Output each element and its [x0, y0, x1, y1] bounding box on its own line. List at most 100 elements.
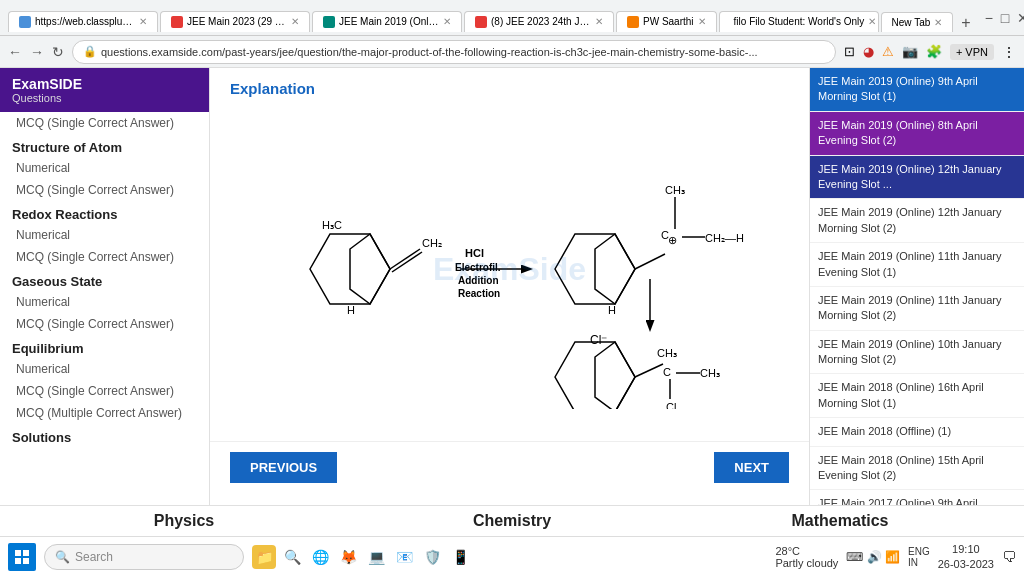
taskbar-app-icons: 📁 🔍 🌐 🦊 💻 📧 🛡️ 📱 — [252, 545, 472, 569]
sidebar-item-mcq-single-2[interactable]: MCQ (Single Correct Answer) — [0, 179, 209, 201]
taskbar-icon-mail[interactable]: 📧 — [392, 545, 416, 569]
svg-rect-39 — [23, 558, 29, 564]
svg-text:C: C — [663, 366, 671, 378]
sidebar-item-mcq-single-3[interactable]: MCQ (Single Correct Answer) — [0, 246, 209, 268]
main-layout: ExamSIDE Questions MCQ (Single Correct A… — [0, 68, 1024, 516]
svg-text:Reaction: Reaction — [458, 288, 500, 299]
taskbar-icon-firefox[interactable]: 🦊 — [336, 545, 360, 569]
browser-tab-4[interactable]: (8) JEE 2023 24th January... ✕ — [464, 11, 614, 32]
svg-rect-36 — [15, 550, 21, 556]
svg-text:Electrofil.: Electrofil. — [455, 262, 501, 273]
svg-line-3 — [392, 252, 422, 272]
right-panel-item-10[interactable]: JEE Main 2018 (Online) 15th April Evenin… — [810, 447, 1024, 491]
svg-text:Addition: Addition — [458, 275, 499, 286]
sidebar-item-numerical-2[interactable]: Numerical — [0, 224, 209, 246]
minimize-button[interactable]: − — [985, 10, 993, 26]
start-button[interactable] — [8, 543, 36, 571]
taskbar-right: 28°C Partly cloudy ⌨ 🔊 📶 ENG IN 19:10 26… — [775, 542, 1016, 571]
weather-desc: Partly cloudy — [775, 557, 838, 569]
subject-chemistry[interactable]: Chemistry — [348, 512, 676, 530]
right-panel-item-6[interactable]: JEE Main 2019 (Online) 11th January Morn… — [810, 287, 1024, 331]
address-bar[interactable]: 🔒 questions.examside.com/past-years/jee/… — [72, 40, 836, 64]
sidebar-item-mcq-single-5[interactable]: MCQ (Single Correct Answer) — [0, 380, 209, 402]
next-button[interactable]: NEXT — [714, 452, 789, 483]
maximize-button[interactable]: □ — [1001, 10, 1009, 26]
sidebar-section-equilibrium: Equilibrium — [0, 335, 209, 358]
svg-line-15 — [635, 254, 665, 269]
sidebar-item-mcq-single-1[interactable]: MCQ (Single Correct Answer) — [0, 112, 209, 134]
right-panel-item-9[interactable]: JEE Main 2018 (Offline) (1) — [810, 418, 1024, 446]
browser-tab-newtab[interactable]: New Tab ✕ — [881, 12, 954, 32]
svg-rect-38 — [15, 558, 21, 564]
url-text: questions.examside.com/past-years/jee/qu… — [101, 46, 758, 58]
reaction-diagram: ExamSide CH₂ H₃C H — [230, 109, 789, 429]
extensions-icon[interactable]: 🧩 — [926, 44, 942, 59]
subject-physics[interactable]: Physics — [20, 512, 348, 530]
svg-marker-14 — [595, 234, 635, 304]
new-tab-button[interactable]: + — [955, 14, 976, 32]
sidebar-item-numerical-4[interactable]: Numerical — [0, 358, 209, 380]
taskbar-icons-system: ⌨ 🔊 📶 — [846, 550, 900, 564]
sidebar-section-structure: Structure of Atom — [0, 134, 209, 157]
sidebar-section-gaseous: Gaseous State — [0, 268, 209, 291]
taskbar-icon-explorer[interactable]: 📁 — [252, 545, 276, 569]
subject-physics-label: Physics — [154, 512, 214, 529]
right-panel-item-2[interactable]: JEE Main 2019 (Online) 8th April Evening… — [810, 112, 1024, 156]
prev-button[interactable]: PREVIOUS — [230, 452, 337, 483]
taskbar-icon-edge[interactable]: 🌐 — [308, 545, 332, 569]
right-panel-item-7[interactable]: JEE Main 2019 (Online) 10th January Morn… — [810, 331, 1024, 375]
sidebar-item-mcq-multiple[interactable]: MCQ (Multiple Correct Answer) — [0, 402, 209, 424]
vpn-button[interactable]: + VPN — [950, 44, 994, 60]
browser-tab-2[interactable]: JEE Main 2023 (29 Jan Shi... ✕ — [160, 11, 310, 32]
browser-tab-3[interactable]: JEE Main 2019 (Online... ✕ — [312, 11, 462, 32]
svg-marker-1 — [350, 234, 390, 304]
subject-chemistry-label: Chemistry — [473, 512, 551, 529]
right-panel-item-5[interactable]: JEE Main 2019 (Online) 11th January Even… — [810, 243, 1024, 287]
taskbar-search[interactable]: 🔍 Search — [44, 544, 244, 570]
taskbar-icon-shield[interactable]: 🛡️ — [420, 545, 444, 569]
browser-tab-1[interactable]: https://web.classplusapp.c... ✕ — [8, 11, 158, 32]
svg-text:CH₃: CH₃ — [700, 367, 720, 379]
right-panel-item-1[interactable]: JEE Main 2019 (Online) 9th April Morning… — [810, 68, 1024, 112]
taskbar-icon-dell[interactable]: 💻 — [364, 545, 388, 569]
svg-text:Cl⁻: Cl⁻ — [590, 333, 607, 347]
sidebar-item-numerical-3[interactable]: Numerical — [0, 291, 209, 313]
subject-mathematics-label: Mathematics — [792, 512, 889, 529]
search-placeholder: Search — [75, 550, 113, 564]
browser-tab-5[interactable]: PW Saarthi ✕ — [616, 11, 717, 32]
subject-mathematics[interactable]: Mathematics — [676, 512, 1004, 530]
svg-text:H: H — [347, 304, 355, 316]
notification-icon[interactable]: 🗨 — [1002, 549, 1016, 565]
close-button[interactable]: ✕ — [1017, 10, 1024, 26]
warning-icon[interactable]: ⚠ — [882, 44, 894, 59]
sidebar-brand: ExamSIDE — [12, 76, 197, 92]
svg-line-28 — [635, 364, 663, 377]
svg-text:CH₃: CH₃ — [657, 347, 677, 359]
screenshot-icon[interactable]: 📷 — [902, 44, 918, 59]
reaction-svg: CH₂ H₃C H HCl Electrofil. Addi — [250, 129, 770, 409]
cast-icon[interactable]: ⊡ — [844, 44, 855, 59]
taskbar-icon-search2[interactable]: 🔍 — [280, 545, 304, 569]
weather-temp: 28°C — [775, 545, 800, 557]
svg-text:CH₂: CH₂ — [422, 237, 442, 249]
forward-button[interactable]: → — [30, 44, 44, 60]
sidebar-sub: Questions — [12, 92, 197, 104]
profile-icon[interactable]: ◕ — [863, 44, 874, 59]
content-area: Explanation ExamSide CH₂ — [210, 68, 809, 516]
sidebar-item-numerical-1[interactable]: Numerical — [0, 157, 209, 179]
svg-text:H₃C: H₃C — [322, 219, 342, 231]
sidebar-item-mcq-single-4[interactable]: MCQ (Single Correct Answer) — [0, 313, 209, 335]
menu-icon[interactable]: ⋮ — [1002, 44, 1016, 60]
browser-tab-6[interactable]: filo Filo Student: World's Only ✕ — [719, 11, 879, 32]
reload-button[interactable]: ↻ — [52, 44, 64, 60]
right-panel-item-3[interactable]: JEE Main 2019 (Online) 12th January Even… — [810, 156, 1024, 200]
svg-text:HCl: HCl — [465, 247, 484, 259]
svg-text:⊕: ⊕ — [668, 234, 677, 246]
right-panel-item-8[interactable]: JEE Main 2018 (Online) 16th April Mornin… — [810, 374, 1024, 418]
taskbar-icon-app2[interactable]: 📱 — [448, 545, 472, 569]
right-panel-item-4[interactable]: JEE Main 2019 (Online) 12th January Morn… — [810, 199, 1024, 243]
browser-chrome: https://web.classplusapp.c... ✕ JEE Main… — [0, 0, 1024, 36]
clock-date: 26-03-2023 — [938, 557, 994, 571]
nav-buttons: PREVIOUS NEXT — [210, 441, 809, 493]
back-button[interactable]: ← — [8, 44, 22, 60]
